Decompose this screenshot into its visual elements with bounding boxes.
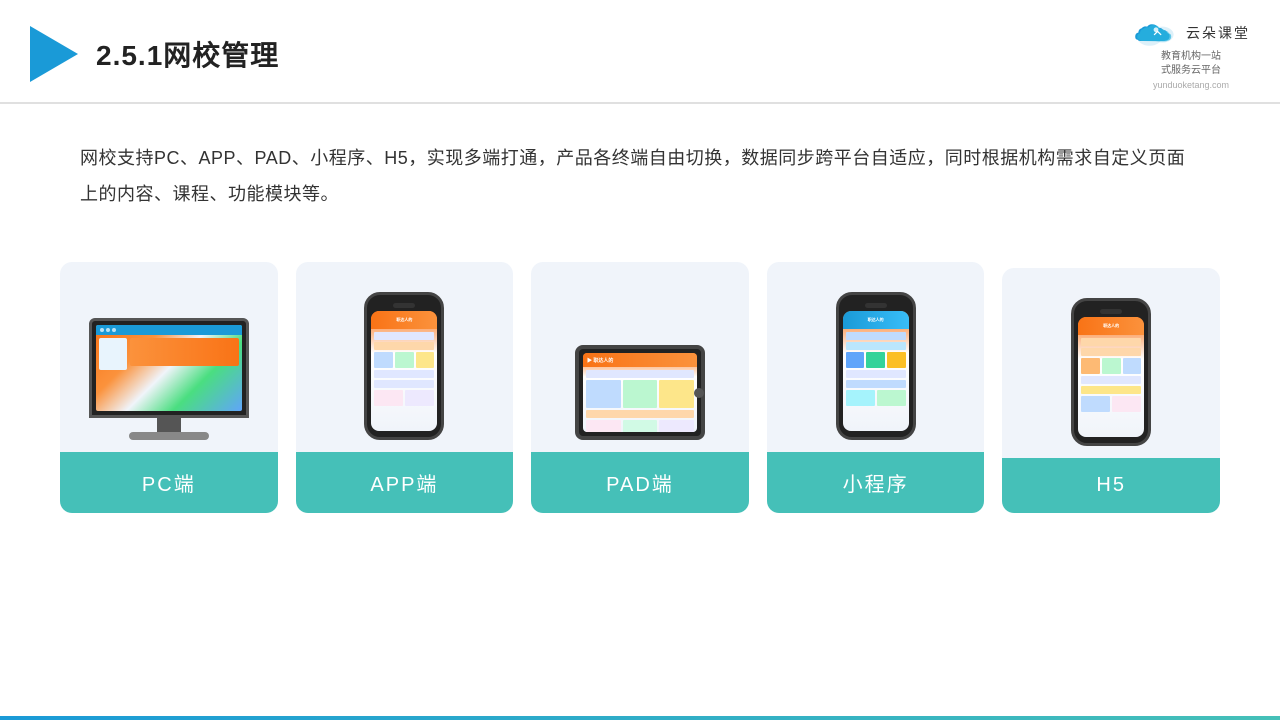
brand-slogan: 教育机构一站式服务云平台 — [1161, 50, 1221, 78]
brand-name: 云朵课堂 — [1186, 23, 1250, 43]
pad-image-area: ▶ 职达人的 — [531, 262, 749, 452]
cloud-icon — [1132, 18, 1180, 48]
brand-icon: 云朵课堂 — [1132, 18, 1250, 48]
pad-tablet-mockup: ▶ 职达人的 — [575, 345, 705, 440]
pc-card: PC端 — [60, 262, 278, 513]
pc-mockup — [89, 318, 249, 440]
pad-tablet-screen: ▶ 职达人的 — [583, 353, 697, 432]
app-card: 职达人的 — [296, 262, 514, 513]
pad-tablet-outer: ▶ 职达人的 — [575, 345, 705, 440]
app-phone-outer: 职达人的 — [364, 292, 444, 440]
h5-phone-screen: 职达人的 — [1078, 317, 1144, 437]
app-label: APP端 — [296, 452, 514, 513]
app-phone-mockup: 职达人的 — [364, 292, 444, 440]
h5-phone-outer: 职达人的 — [1071, 298, 1151, 446]
pc-label: PC端 — [60, 452, 278, 513]
pad-label: PAD端 — [531, 452, 749, 513]
miniprogram-card: 职达人的 — [767, 262, 985, 513]
h5-label: H5 — [1002, 458, 1220, 513]
miniprogram-label: 小程序 — [767, 452, 985, 513]
mini-phone-mockup: 职达人的 — [836, 292, 916, 440]
cards-container: PC端 职达人的 — [0, 242, 1280, 543]
mini-phone-screen: 职达人的 — [843, 311, 909, 431]
pad-card: ▶ 职达人的 — [531, 262, 749, 513]
brand-url: yunduoketang.com — [1153, 80, 1229, 90]
h5-phone-mockup: 职达人的 — [1071, 298, 1151, 446]
h5-card: 职达人的 — [1002, 268, 1220, 513]
miniprogram-image-area: 职达人的 — [767, 262, 985, 452]
logo-triangle-icon — [30, 26, 78, 82]
h5-image-area: 职达人的 — [1002, 268, 1220, 458]
description-text: 网校支持PC、APP、PAD、小程序、H5，实现多端打通，产品各终端自由切换，数… — [0, 104, 1280, 232]
header-left: 2.5.1网校管理 — [30, 26, 279, 82]
pc-screen-inner — [96, 325, 242, 411]
pc-image-area — [60, 262, 278, 452]
bottom-bar — [0, 716, 1280, 720]
app-image-area: 职达人的 — [296, 262, 514, 452]
description-paragraph: 网校支持PC、APP、PAD、小程序、H5，实现多端打通，产品各终端自由切换，数… — [80, 140, 1200, 212]
pc-screen-outer — [89, 318, 249, 418]
mini-phone-outer: 职达人的 — [836, 292, 916, 440]
app-phone-screen: 职达人的 — [371, 311, 437, 431]
page-title: 2.5.1网校管理 — [96, 34, 279, 74]
header: 2.5.1网校管理 云朵课堂 教育机构一站式服务云平台 yunduoketang… — [0, 0, 1280, 104]
brand-logo: 云朵课堂 教育机构一站式服务云平台 yunduoketang.com — [1132, 18, 1250, 90]
